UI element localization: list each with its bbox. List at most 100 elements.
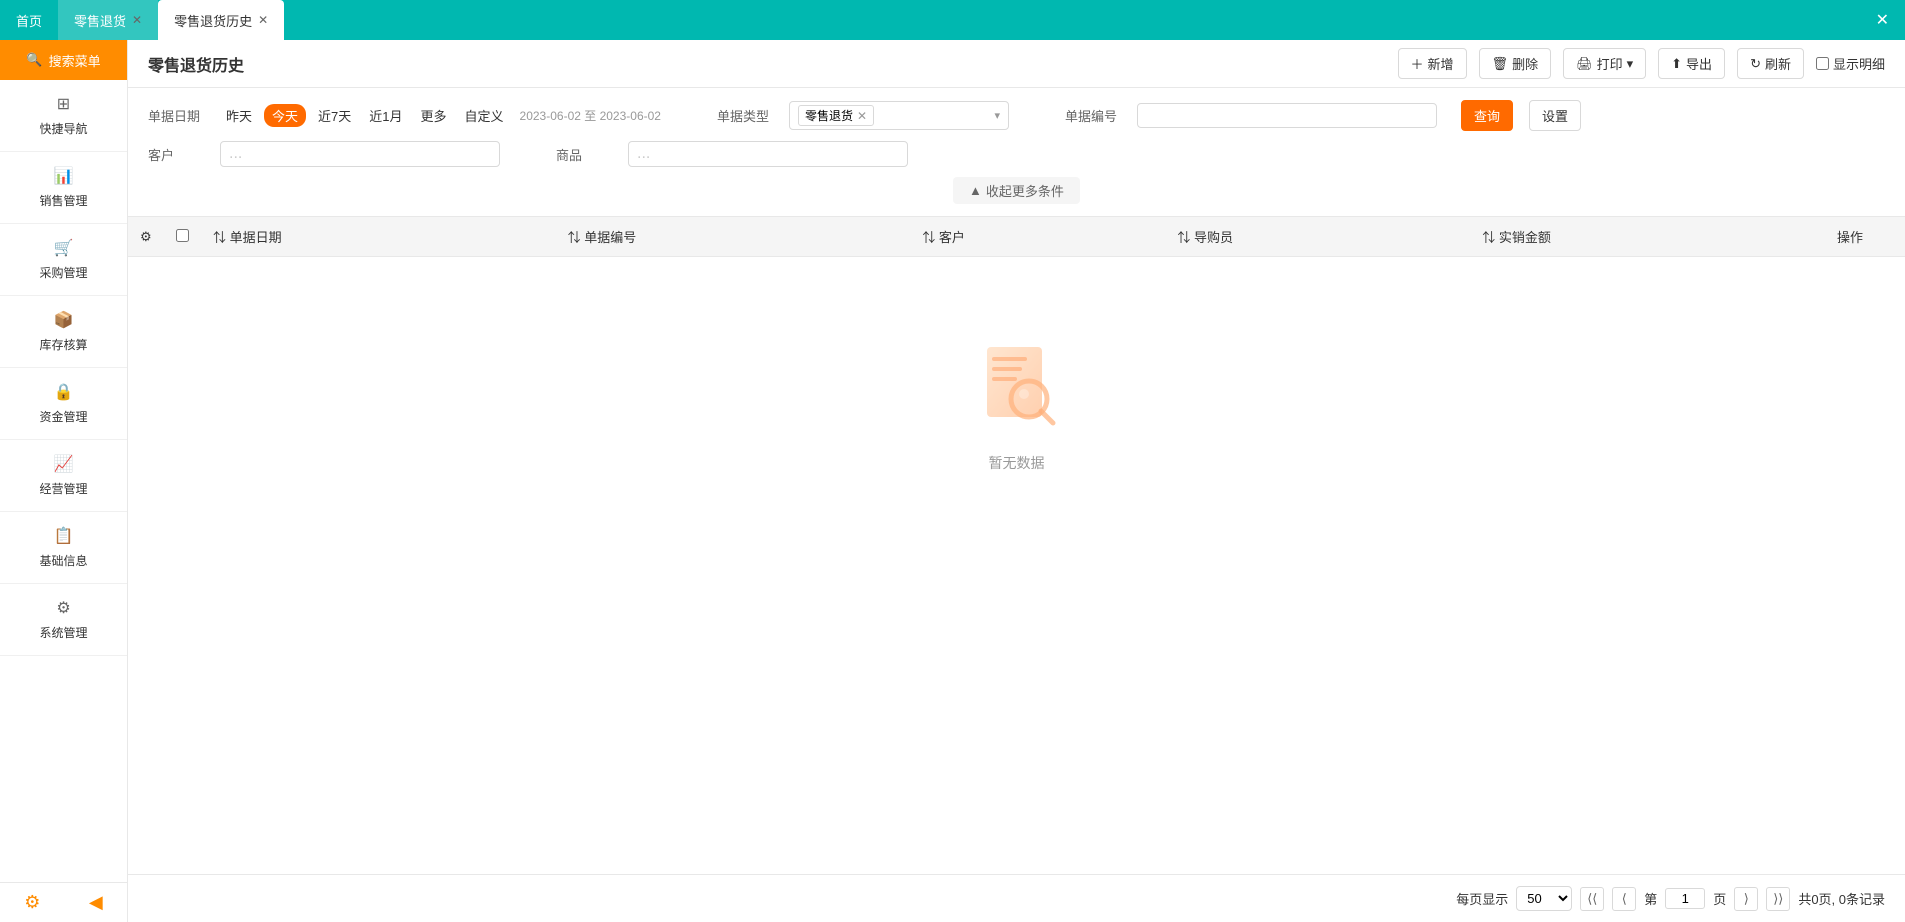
th-date-label: ⇅ 单据日期	[213, 230, 282, 245]
export-button[interactable]: ⬆ 导出	[1658, 48, 1725, 79]
sidebar-item-basic-info-label: 基础信息	[39, 552, 87, 569]
query-button[interactable]: 查询	[1461, 100, 1513, 131]
settings-button[interactable]: 设置	[1529, 100, 1581, 131]
top-bar: 首页 零售退货 ✕ 零售退货历史 ✕ ✕	[0, 0, 1905, 40]
sidebar-item-system[interactable]: ⚙ 系统管理	[0, 584, 127, 656]
page-header: 零售退货历史 ＋ 新增 🗑 删除 🖨 打印 ▾ ⬆ 导出 ↻ 刷新	[128, 40, 1905, 88]
sidebar-item-sales[interactable]: 📊 销售管理	[0, 152, 127, 224]
sidebar-item-system-label: 系统管理	[39, 624, 87, 641]
query-label: 查询	[1474, 106, 1500, 125]
sidebar-bottom: ⚙ ◀	[0, 882, 127, 922]
doc-type-select[interactable]: 零售退货 ✕ ▾	[789, 101, 1009, 130]
th-settings[interactable]: ⚙	[128, 217, 164, 257]
sidebar-item-operations[interactable]: 📈 经营管理	[0, 440, 127, 512]
system-icon: ⚙	[54, 598, 74, 618]
delete-icon: 🗑	[1492, 56, 1509, 72]
customer-select[interactable]: ...	[220, 141, 500, 167]
select-all-checkbox[interactable]	[176, 229, 189, 242]
basic-info-icon: 📋	[54, 526, 74, 546]
date-yesterday[interactable]: 昨天	[220, 104, 258, 127]
new-button[interactable]: ＋ 新增	[1398, 48, 1467, 79]
date-today[interactable]: 今天	[264, 104, 306, 127]
sidebar-item-inventory-label: 库存核算	[39, 336, 87, 353]
search-menu-label: 搜索菜单	[49, 51, 101, 70]
sidebar-item-finance[interactable]: 🔒 资金管理	[0, 368, 127, 440]
new-icon: ＋	[1411, 54, 1424, 73]
th-number[interactable]: ⇅ 单据编号	[556, 217, 911, 257]
print-button[interactable]: 🖨 打印 ▾	[1563, 48, 1646, 79]
show-detail-checkbox[interactable]	[1816, 57, 1829, 70]
th-checkbox[interactable]	[164, 217, 201, 257]
date-1month[interactable]: 近1月	[363, 104, 408, 127]
doc-type-tag-close[interactable]: ✕	[857, 109, 867, 123]
empty-state: 暂无数据	[128, 257, 1905, 553]
search-menu-button[interactable]: 🔍 搜索菜单	[0, 40, 127, 80]
th-guide-label: ⇅ 导购员	[1177, 230, 1233, 245]
main-layout: 🔍 搜索菜单 ⊞ 快捷导航 📊 销售管理 🛒 采购管理 📦 库存核算 🔒 资金管…	[0, 40, 1905, 922]
doc-type-arrow-icon: ▾	[994, 109, 1000, 122]
page-size-select[interactable]: 10 20 50 100	[1516, 886, 1572, 911]
purchase-icon: 🛒	[54, 238, 74, 258]
collapse-icon: ▲	[969, 183, 982, 198]
customer-placeholder: ...	[229, 145, 242, 163]
print-icon: 🖨	[1576, 56, 1593, 72]
finance-icon: 🔒	[54, 382, 74, 402]
tab-retail-return-close[interactable]: ✕	[132, 13, 142, 27]
delete-button[interactable]: 🗑 删除	[1479, 48, 1552, 79]
close-icon[interactable]: ✕	[1876, 12, 1889, 29]
tab-retail-return-history-close[interactable]: ✕	[258, 13, 268, 27]
doc-number-label: 单据编号	[1065, 106, 1121, 125]
th-date[interactable]: ⇅ 单据日期	[201, 217, 556, 257]
page-first-button[interactable]: ⟨⟨	[1580, 887, 1604, 911]
collapse-filter-button[interactable]: ▲ 收起更多条件	[953, 177, 1080, 204]
collapse-sidebar-icon[interactable]: ◀	[89, 892, 103, 913]
page-last-button[interactable]: ⟩⟩	[1766, 887, 1790, 911]
date-more[interactable]: 更多	[415, 104, 453, 127]
th-customer-label: ⇅ 客户	[922, 230, 965, 245]
show-detail-checkbox-wrapper[interactable]: 显示明细	[1816, 54, 1885, 73]
search-icon: 🔍	[26, 52, 42, 68]
sidebar-item-quick-nav-label: 快捷导航	[39, 120, 87, 137]
sidebar-item-inventory[interactable]: 📦 库存核算	[0, 296, 127, 368]
column-settings-icon[interactable]: ⚙	[140, 229, 152, 244]
refresh-label: 刷新	[1765, 54, 1791, 73]
date-range-display: 2023-06-02 至 2023-06-02	[520, 107, 661, 124]
sidebar-item-basic-info[interactable]: 📋 基础信息	[0, 512, 127, 584]
sidebar-item-quick-nav[interactable]: ⊞ 快捷导航	[0, 80, 127, 152]
tab-retail-return-history[interactable]: 零售退货历史 ✕	[158, 0, 284, 40]
refresh-button[interactable]: ↻ 刷新	[1737, 48, 1804, 79]
doc-type-tag-text: 零售退货	[805, 107, 853, 124]
page-next-button[interactable]: ⟩	[1734, 887, 1758, 911]
window-close-btn[interactable]: ✕	[1876, 10, 1905, 30]
th-amount[interactable]: ⇅ 实销金额	[1470, 217, 1825, 257]
goods-placeholder: ...	[637, 145, 650, 163]
sidebar-item-purchase[interactable]: 🛒 采购管理	[0, 224, 127, 296]
date-7days[interactable]: 近7天	[312, 104, 357, 127]
page-size-label: 每页显示	[1456, 889, 1508, 908]
doc-number-input[interactable]	[1137, 103, 1437, 128]
pagination-bar: 每页显示 10 20 50 100 ⟨⟨ ⟨ 第 页 ⟩ ⟩⟩ 共0页, 0条记…	[128, 874, 1905, 922]
settings-label: 设置	[1542, 106, 1568, 125]
tab-retail-return[interactable]: 零售退货 ✕	[58, 0, 158, 40]
page-prev-button[interactable]: ⟨	[1612, 887, 1636, 911]
print-chevron-icon: ▾	[1627, 56, 1634, 72]
data-table: ⚙ ⇅ 单据日期 ⇅ 单据编号 ⇅ 客户	[128, 217, 1905, 257]
th-guide[interactable]: ⇅ 导购员	[1165, 217, 1470, 257]
th-amount-label: ⇅ 实销金额	[1482, 230, 1551, 245]
date-custom[interactable]: 自定义	[459, 104, 510, 127]
doc-type-tag: 零售退货 ✕	[798, 105, 874, 126]
goods-filter-label: 商品	[556, 145, 612, 164]
settings-bottom-icon[interactable]: ⚙	[24, 892, 40, 913]
delete-label: 删除	[1512, 54, 1538, 73]
goods-select[interactable]: ...	[628, 141, 908, 167]
new-label: 新增	[1428, 54, 1454, 73]
date-shortcuts: 昨天 今天 近7天 近1月 更多 自定义 2023-06-02 至 2023-0…	[220, 104, 661, 127]
show-detail-label: 显示明细	[1833, 54, 1885, 73]
tab-home[interactable]: 首页	[0, 0, 58, 40]
date-filter-label: 单据日期	[148, 106, 204, 125]
total-info: 共0页, 0条记录	[1798, 889, 1885, 908]
th-customer[interactable]: ⇅ 客户	[910, 217, 1165, 257]
tab-retail-return-history-label: 零售退货历史	[174, 11, 252, 30]
page-unit: 页	[1713, 889, 1726, 908]
page-number-input[interactable]	[1665, 888, 1705, 909]
